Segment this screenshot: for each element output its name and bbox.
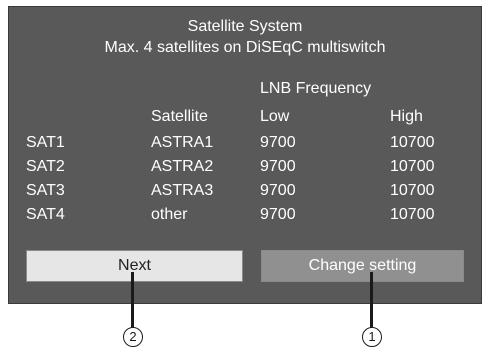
row-sat2-satellite: ASTRA2 bbox=[151, 158, 214, 175]
row-sat2-low: 9700 bbox=[260, 158, 296, 175]
column-header-low: Low bbox=[260, 108, 290, 125]
row-sat1-satellite: ASTRA1 bbox=[151, 134, 214, 151]
row-sat2-label: SAT2 bbox=[26, 158, 65, 175]
row-sat3-label: SAT3 bbox=[26, 182, 65, 199]
row-sat4-high: 10700 bbox=[390, 206, 435, 223]
callout-marker-next: 2 bbox=[123, 327, 143, 347]
column-header-high: High bbox=[390, 108, 423, 125]
column-header-satellite: Satellite bbox=[151, 108, 208, 125]
change-setting-button[interactable]: Change setting bbox=[261, 250, 464, 282]
row-sat4-satellite: other bbox=[151, 206, 188, 223]
row-sat2-high: 10700 bbox=[390, 158, 435, 175]
next-button[interactable]: Next bbox=[26, 250, 243, 282]
row-sat1-label: SAT1 bbox=[26, 134, 65, 151]
row-sat4-low: 9700 bbox=[260, 206, 296, 223]
lnb-frequency-header: LNB Frequency bbox=[260, 80, 372, 97]
row-sat3-low: 9700 bbox=[260, 182, 296, 199]
row-sat1-high: 10700 bbox=[390, 134, 435, 151]
satellite-system-screen: Satellite System Max. 4 satellites on Di… bbox=[8, 6, 482, 304]
row-sat4-label: SAT4 bbox=[26, 206, 65, 223]
callout-line-change-setting bbox=[370, 272, 373, 328]
row-sat3-satellite: ASTRA3 bbox=[151, 182, 214, 199]
screen-subtitle: Max. 4 satellites on DiSEqC multiswitch bbox=[104, 39, 386, 56]
callout-line-next bbox=[131, 272, 134, 328]
callout-marker-change-setting: 1 bbox=[362, 327, 382, 347]
row-sat1-low: 9700 bbox=[260, 134, 296, 151]
screen-title: Satellite System bbox=[187, 18, 303, 35]
row-sat3-high: 10700 bbox=[390, 182, 435, 199]
